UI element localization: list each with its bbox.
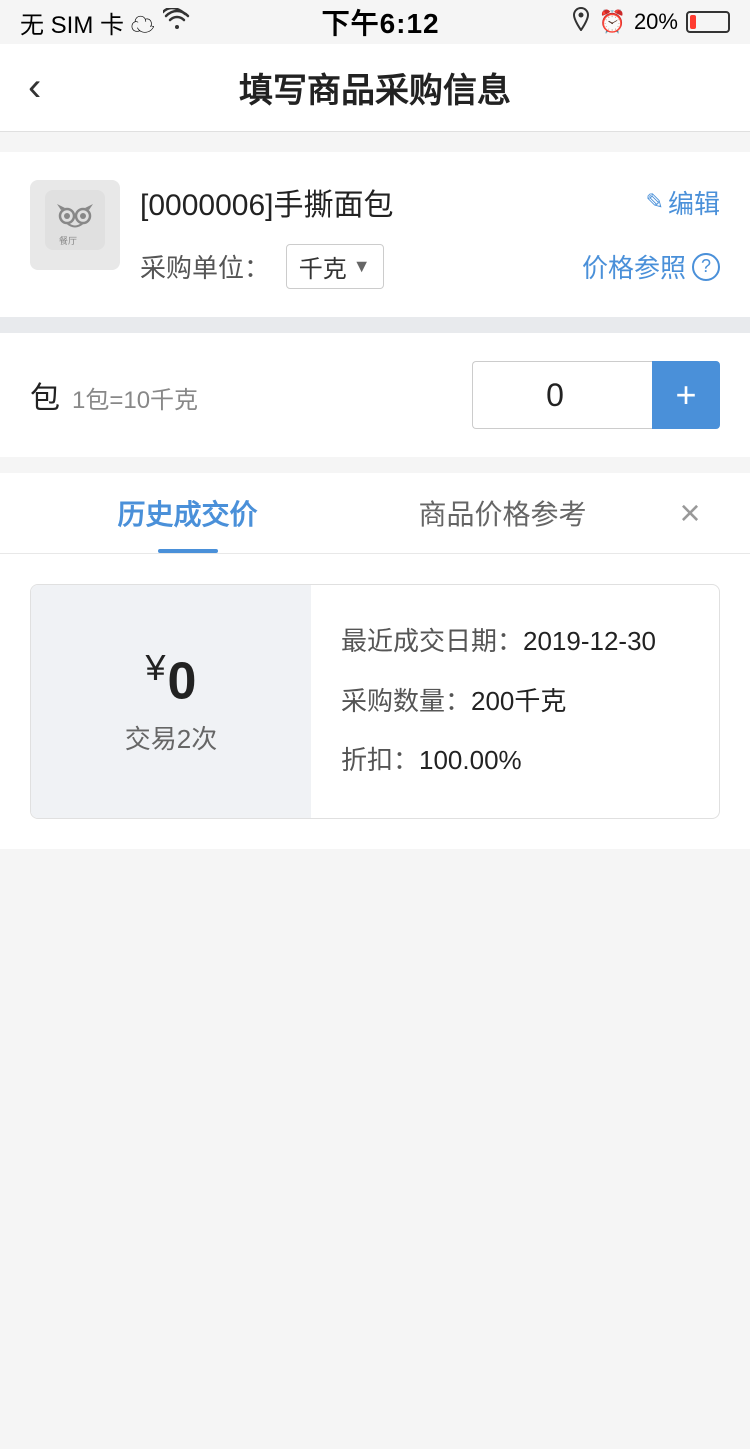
discount-row: 折扣：100.00% <box>341 740 689 782</box>
quantity-unit-text: 包 <box>30 373 60 417</box>
purchase-qty-label: 采购数量： <box>341 686 471 716</box>
dropdown-arrow-icon: ▼ <box>353 256 371 277</box>
price-symbol: ¥ <box>146 647 166 688</box>
price-value: 0 <box>168 652 197 710</box>
product-unit-row: 采购单位： 千克 ▼ 价格参照 ? <box>140 244 720 289</box>
battery-percent: 20% <box>634 9 678 35</box>
history-price-section: ¥0 交易2次 <box>31 585 311 818</box>
price-ref-label: 价格参照 <box>582 248 686 285</box>
product-name: [0000006]手撕面包 <box>140 180 393 224</box>
product-thumb-icon: 餐厅 <box>45 190 105 260</box>
product-info: [0000006]手撕面包 ✎ 编辑 采购单位： 千克 ▼ 价格参照 ? <box>140 180 720 289</box>
svg-text:餐厅: 餐厅 <box>59 235 77 246</box>
nav-bar: ‹ 填写商品采购信息 <box>0 44 750 132</box>
recent-date-row: 最近成交日期：2019-12-30 <box>341 621 689 663</box>
tab-price-ref-label: 商品价格参考 <box>418 493 586 533</box>
status-time: 下午6:12 <box>322 2 440 42</box>
status-left: 无 SIM 卡 ☁ <box>20 5 191 40</box>
back-button[interactable]: ‹ <box>28 65 41 110</box>
recent-date-label: 最近成交日期： <box>341 626 523 656</box>
page-background <box>0 849 750 1449</box>
tab-close-button[interactable]: × <box>660 483 720 543</box>
product-card: 餐厅 [0000006]手撕面包 ✎ 编辑 采购单位： 千克 ▼ 价格参照 ? <box>0 152 750 317</box>
product-header: [0000006]手撕面包 ✎ 编辑 <box>140 180 720 224</box>
quantity-plus-button[interactable]: + <box>652 361 720 429</box>
tab-history-label: 历史成交价 <box>117 493 257 533</box>
tab-panel: 历史成交价 商品价格参考 × ¥0 交易2次 最近成交日期：2019-12-30… <box>0 473 750 849</box>
product-thumbnail: 餐厅 <box>30 180 120 270</box>
no-sim-text: 无 SIM 卡 ☁ <box>20 5 155 40</box>
location-icon <box>571 7 591 37</box>
history-content: ¥0 交易2次 最近成交日期：2019-12-30 采购数量：200千克 折扣：… <box>0 554 750 849</box>
product-edit-button[interactable]: ✎ 编辑 <box>646 184 720 221</box>
edit-icon: ✎ <box>646 189 664 215</box>
unit-select-button[interactable]: 千克 ▼ <box>286 244 384 289</box>
recent-date-value: 2019-12-30 <box>523 626 656 656</box>
quantity-row: 包 1包=10千克 + <box>0 333 750 457</box>
unit-value: 千克 <box>299 249 347 284</box>
unit-label-group: 采购单位： 千克 ▼ <box>140 244 384 289</box>
tab-history-price[interactable]: 历史成交价 <box>30 473 345 553</box>
history-trade-count: 交易2次 <box>125 719 217 756</box>
discount-label: 折扣： <box>341 745 419 775</box>
status-bar: 无 SIM 卡 ☁ 下午6:12 ⏰ 20% <box>0 0 750 44</box>
history-card: ¥0 交易2次 最近成交日期：2019-12-30 采购数量：200千克 折扣：… <box>30 584 720 819</box>
tab-header: 历史成交价 商品价格参考 × <box>0 473 750 554</box>
alarm-icon: ⏰ <box>599 9 626 35</box>
section-divider <box>0 317 750 333</box>
history-detail-section: 最近成交日期：2019-12-30 采购数量：200千克 折扣：100.00% <box>311 585 719 818</box>
tab-price-ref[interactable]: 商品价格参考 <box>345 473 660 553</box>
quantity-input[interactable] <box>472 361 652 429</box>
help-icon: ? <box>692 253 720 281</box>
quantity-input-group: + <box>472 361 720 429</box>
unit-label: 采购单位： <box>140 253 270 283</box>
history-price: ¥0 <box>146 647 197 711</box>
wifi-icon <box>163 8 191 37</box>
edit-label: 编辑 <box>668 184 720 221</box>
quantity-conversion: 1包=10千克 <box>72 380 198 415</box>
battery-icon <box>686 11 730 33</box>
discount-value: 100.00% <box>419 745 522 775</box>
purchase-qty-row: 采购数量：200千克 <box>341 681 689 723</box>
purchase-qty-value: 200千克 <box>471 686 566 716</box>
quantity-label-group: 包 1包=10千克 <box>30 373 198 417</box>
status-right: ⏰ 20% <box>571 7 730 37</box>
price-ref-button[interactable]: 价格参照 ? <box>582 248 720 285</box>
page-title: 填写商品采购信息 <box>239 63 511 112</box>
